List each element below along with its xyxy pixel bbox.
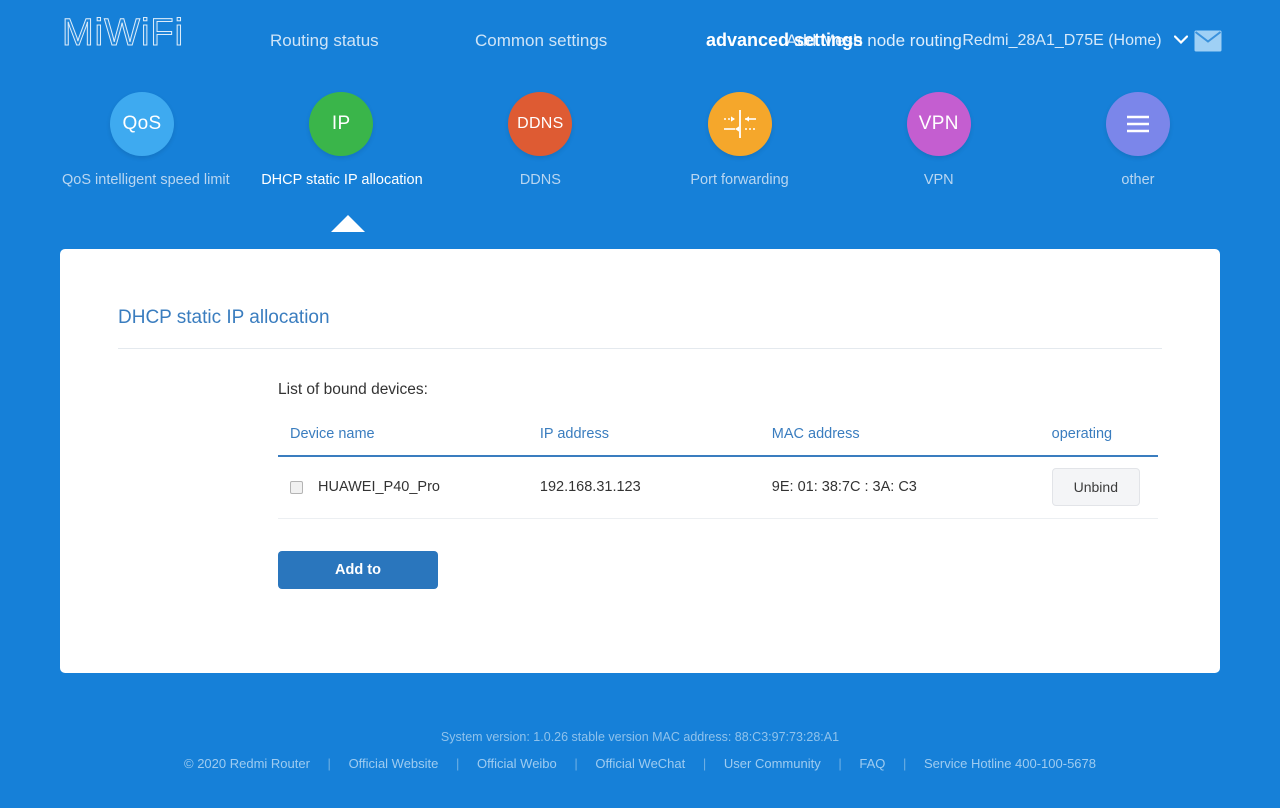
footer-separator: |	[456, 756, 460, 771]
bound-devices-label: List of bound devices:	[278, 381, 428, 398]
cell-operating: Unbind	[1051, 456, 1158, 519]
top-navigation-bar: MiWiFi Routing status Common settings Ad…	[0, 0, 1280, 78]
card-body: List of bound devices: Device name IP ad…	[60, 349, 1220, 589]
nav-item-advanced-settings[interactable]: advanced settings	[706, 30, 863, 51]
feature-label-other: other	[1121, 172, 1155, 188]
feature-port-forwarding[interactable]: Port forwarding	[660, 78, 820, 218]
table-header-row: Device name IP address MAC address opera…	[278, 426, 1158, 457]
chevron-down-icon	[1173, 31, 1189, 47]
cell-mac-address: 9E: 01: 38:7C : 3A: C3	[771, 456, 1052, 519]
content-card: DHCP static IP allocation List of bound …	[60, 249, 1220, 673]
cell-device-name: HUAWEI_P40_Pro	[278, 456, 540, 519]
feature-label-dhcp-static-ip: DHCP static IP allocation	[261, 172, 423, 188]
footer-separator: |	[702, 756, 707, 771]
footer-link-faq[interactable]: FAQ	[859, 756, 885, 771]
hamburger-glyph	[1126, 115, 1149, 133]
router-selector[interactable]: Redmi_28A1_D75E (Home)	[962, 31, 1189, 50]
footer-link-official-wechat[interactable]: Official WeChat	[595, 756, 685, 771]
row-checkbox[interactable]	[290, 480, 303, 494]
column-header-device-name: Device name	[278, 426, 540, 457]
qos-icon: QoS	[110, 92, 174, 156]
table-body: HUAWEI_P40_Pro 192.168.31.123 9E: 01: 38…	[278, 456, 1158, 519]
footer-separator: |	[902, 756, 907, 771]
footer-separator: |	[574, 756, 578, 771]
chevron-down-glyph	[1173, 35, 1189, 45]
hamburger-icon	[1105, 92, 1170, 156]
table-row: HUAWEI_P40_Pro 192.168.31.123 9E: 01: 38…	[278, 456, 1158, 519]
feature-icon-row: QoS QoS intelligent speed limit IP DHCP …	[0, 78, 1280, 232]
qos-badge-text: QoS	[122, 113, 162, 134]
feature-qos[interactable]: QoS QoS intelligent speed limit	[62, 78, 230, 218]
footer-separator: |	[327, 756, 331, 771]
system-version-info: System version: 1.0.26 stable version MA…	[440, 730, 840, 744]
table-header: Device name IP address MAC address opera…	[278, 426, 1158, 457]
footer-link-user-community[interactable]: User Community	[724, 756, 821, 771]
bound-devices-table: Device name IP address MAC address opera…	[278, 426, 1158, 519]
ddns-badge-text: DDNS	[517, 115, 564, 132]
feature-label-port-forwarding: Port forwarding	[690, 172, 789, 188]
vpn-badge-text: VPN	[918, 113, 959, 134]
column-header-mac-address: MAC address	[771, 426, 1052, 457]
add-to-button[interactable]: Add to	[278, 550, 438, 589]
footer-link-official-weibo[interactable]: Official Weibo	[477, 756, 557, 771]
feature-other[interactable]: other	[1058, 78, 1218, 218]
feature-label-vpn: VPN	[923, 172, 954, 188]
unbind-button[interactable]: Unbind	[1051, 468, 1140, 507]
feature-ddns[interactable]: DDNS DDNS	[460, 78, 620, 218]
port-forwarding-glyph	[723, 110, 756, 138]
ddns-icon: DDNS	[508, 92, 573, 156]
router-name-label: Redmi_28A1_D75E (Home)	[962, 32, 1162, 49]
feature-label-qos: QoS intelligent speed limit	[62, 172, 230, 188]
feature-label-ddns: DDNS	[519, 172, 561, 188]
column-header-ip-address: IP address	[539, 426, 772, 457]
footer-links: © 2020 Redmi Router | Official Website |…	[0, 756, 1280, 771]
mail-icon[interactable]	[1194, 30, 1222, 52]
ip-icon: IP	[309, 92, 374, 156]
footer-link-official-website[interactable]: Official Website	[349, 756, 439, 771]
page-title: DHCP static IP allocation	[118, 307, 330, 328]
mail-envelope-glyph	[1194, 30, 1222, 52]
feature-dhcp-static-ip[interactable]: IP DHCP static IP allocation	[261, 78, 423, 218]
footer-separator: |	[838, 756, 842, 771]
column-header-operating: operating	[1051, 426, 1158, 457]
device-name-label: HUAWEI_P40_Pro	[318, 479, 440, 496]
page-footer: System version: 1.0.26 stable version MA…	[0, 730, 1280, 771]
footer-service-hotline: Service Hotline 400-100-5678	[924, 756, 1096, 771]
footer-copyright: © 2020 Redmi Router	[184, 756, 310, 771]
feature-vpn[interactable]: VPN VPN	[859, 78, 1019, 218]
active-tab-pointer	[331, 215, 365, 232]
cell-ip-address: 192.168.31.123	[539, 456, 772, 519]
vpn-icon: VPN	[906, 92, 971, 156]
nav-item-routing-status[interactable]: Routing status	[270, 31, 379, 51]
port-forwarding-icon	[707, 92, 772, 156]
ip-badge-text: IP	[331, 113, 351, 134]
nav-item-common-settings[interactable]: Common settings	[475, 31, 607, 51]
miwifi-logo: MiWiFi	[61, 12, 185, 55]
